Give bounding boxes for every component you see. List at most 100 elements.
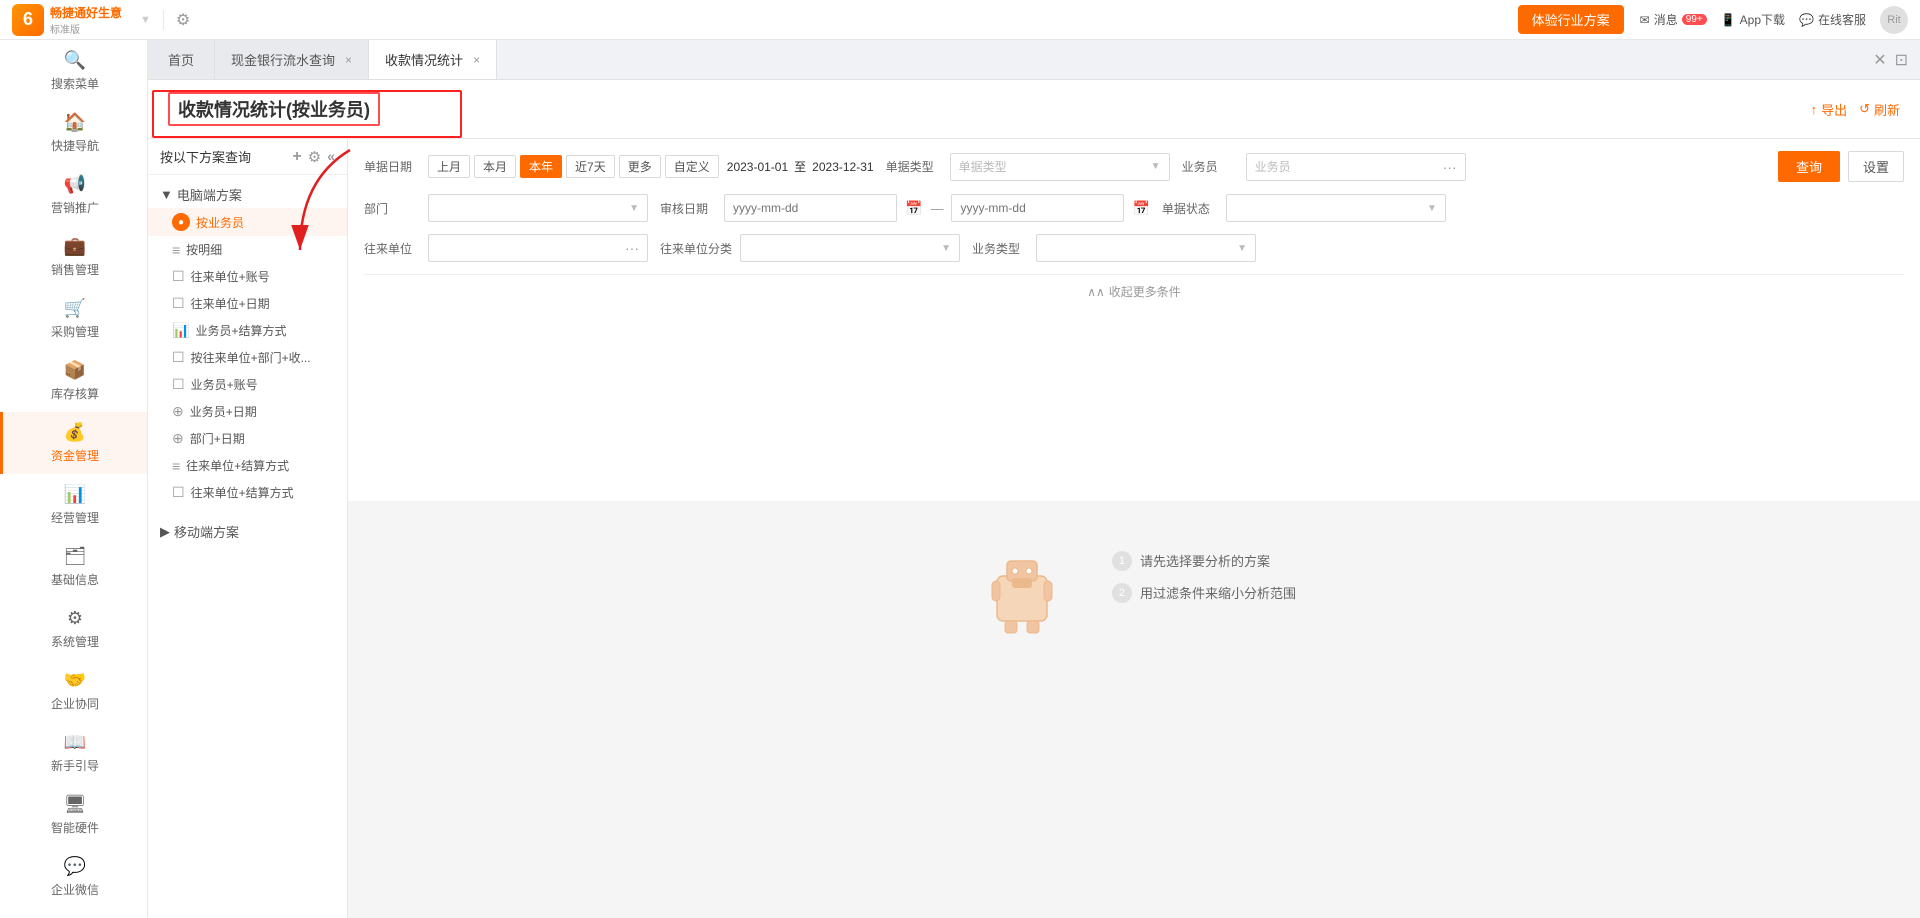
settings-btn[interactable]: 设置 [1848, 151, 1904, 182]
tab-home[interactable]: 首页 [148, 40, 215, 79]
page-title: 收款情况统计(按业务员) [168, 92, 380, 126]
message-btn[interactable]: ✉ 消息 99+ [1640, 11, 1707, 28]
avatar[interactable]: Rit [1880, 6, 1908, 34]
marketing-icon: 📢 [64, 174, 86, 195]
hint-steps: 1 请先选择要分析的方案 2 用过滤条件来缩小分析范围 [1112, 541, 1296, 603]
page-header: 收款情况统计(按业务员) ↑ 导出 ↺ 刷新 [148, 80, 1920, 139]
sidebar: 🔍 搜索菜单 🏠 快捷导航 📢 营销推广 💼 销售管理 🛒 采购管理 📦 [0, 40, 148, 918]
query-btn[interactable]: 查询 [1778, 151, 1840, 182]
doctype-placeholder: 单据类型 [959, 158, 1147, 175]
tab-close-collection-stats[interactable]: × [473, 53, 480, 67]
dept-select[interactable]: ▼ [428, 194, 648, 222]
scheme-add-icon[interactable]: + [292, 148, 301, 166]
scheme-group-mobile-header[interactable]: ▶ 移动端方案 [148, 518, 347, 545]
empty-illustration [972, 541, 1072, 641]
date-tab-last-month[interactable]: 上月 [428, 155, 470, 178]
app-edition: 标准版 [50, 21, 122, 36]
staff-select[interactable]: 业务员 ··· [1246, 153, 1466, 181]
review-date-start[interactable] [724, 194, 897, 222]
sidebar-item-sales[interactable]: 💼 销售管理 [0, 226, 147, 288]
scheme-item-dept-date[interactable]: ⊕ 部门+日期 [148, 425, 347, 452]
date-tab-more[interactable]: 更多 [619, 155, 661, 178]
docstatus-arrow-icon: ▼ [1427, 203, 1437, 214]
guide-icon: 📖 [64, 732, 86, 753]
sidebar-item-corp[interactable]: 🤝 企业协同 [0, 660, 147, 722]
scheme-collapse-icon[interactable]: « [327, 148, 335, 166]
refresh-btn[interactable]: ↺ 刷新 [1859, 100, 1900, 119]
scheme-group-desktop: ▼ 电脑端方案 ● 按业务员 ≡ 按明细 ☐ 往 [148, 175, 347, 512]
tab-bank-flow[interactable]: 现金银行流水查询 × [215, 40, 369, 79]
partner-settle3-icon: ☐ [172, 484, 185, 501]
sidebar-item-finance[interactable]: 💰 资金管理 [0, 412, 147, 474]
scheme-item-by-staff[interactable]: ● 按业务员 [148, 208, 347, 236]
export-btn[interactable]: ↑ 导出 [1811, 100, 1848, 119]
scheme-item-staff-account[interactable]: ☐ 业务员+账号 [148, 371, 347, 398]
filter-group-partner-type: 往来单位分类 ▼ [660, 234, 960, 262]
chevron-right-icon: ▶ [160, 524, 170, 540]
review-date-end[interactable] [951, 194, 1124, 222]
staff-label: 业务员 [1182, 158, 1238, 175]
inventory-icon: 📦 [64, 360, 86, 381]
partner-more-icon[interactable]: ··· [625, 240, 639, 256]
sidebar-item-inventory[interactable]: 📦 库存核算 [0, 350, 147, 412]
scheme-item-partner-settle3[interactable]: ☐ 往来单位+结算方式 [148, 479, 347, 506]
scheme-item-partner-settle2[interactable]: ≡ 往来单位+结算方式 [148, 452, 347, 479]
sidebar-item-basic[interactable]: 🗂 基础信息 [0, 536, 147, 598]
scheme-item-by-detail[interactable]: ≡ 按明细 [148, 236, 347, 263]
tab-close-all-icon[interactable]: ✕ [1873, 50, 1886, 70]
online-service-btn[interactable]: 💬 在线客服 [1799, 11, 1866, 28]
staff-settle-icon: 📊 [172, 322, 189, 339]
scheme-item-staff-date[interactable]: ⊕ 业务员+日期 [148, 398, 347, 425]
operations-icon: 📊 [64, 484, 86, 505]
scheme-group-desktop-header[interactable]: ▼ 电脑端方案 [148, 181, 347, 208]
user-dropdown[interactable]: ▼ [140, 14, 151, 26]
calendar-start-icon[interactable]: 📅 [905, 200, 922, 217]
date-tab-custom[interactable]: 自定义 [665, 155, 719, 178]
tab-collection-stats[interactable]: 收款情况统计 × [369, 40, 497, 79]
calendar-end-icon[interactable]: 📅 [1132, 200, 1149, 217]
sidebar-item-guide[interactable]: 📖 新手引导 [0, 722, 147, 784]
sidebar-item-wechat[interactable]: 💬 企业微信 [0, 846, 147, 908]
message-badge: 99+ [1682, 14, 1707, 25]
tab-maximize-icon[interactable]: ⊡ [1895, 50, 1908, 70]
date-label: 单据日期 [364, 158, 420, 175]
app-download-btn[interactable]: 📱 App下载 [1721, 11, 1785, 28]
docstatus-select[interactable]: ▼ [1226, 194, 1446, 222]
sidebar-item-marketing[interactable]: 📢 营销推广 [0, 164, 147, 226]
sidebar-item-purchase[interactable]: 🛒 采购管理 [0, 288, 147, 350]
date-tab-this-month[interactable]: 本月 [474, 155, 516, 178]
sidebar-item-member[interactable]: 👑 畅会员 [0, 908, 147, 918]
sidebar-item-operations[interactable]: 📊 经营管理 [0, 474, 147, 536]
doctype-select[interactable]: 单据类型 ▼ [950, 153, 1170, 181]
date-range: 2023-01-01 至 2023-12-31 [727, 158, 874, 175]
gear-settings[interactable]: ⚙ [176, 10, 190, 30]
step-num-1: 1 [1112, 551, 1132, 571]
partner-type-select[interactable]: ▼ [740, 234, 960, 262]
sidebar-item-system[interactable]: ⚙ 系统管理 [0, 598, 147, 660]
partner-type-label: 往来单位分类 [660, 240, 732, 257]
biztype-select[interactable]: ▼ [1036, 234, 1256, 262]
dept-date-icon: ⊕ [172, 430, 184, 447]
filter-area: 单据日期 上月 本月 本年 近7天 更多 自定义 [348, 139, 1920, 501]
scheme-item-partner-dept[interactable]: ☐ 按往来单位+部门+收... [148, 344, 347, 371]
tab-close-bank-flow[interactable]: × [345, 53, 352, 67]
scheme-settings-icon[interactable]: ⚙ [308, 148, 321, 166]
sidebar-item-hardware[interactable]: 🖥 智能硬件 [0, 784, 147, 846]
try-solution-btn[interactable]: 体验行业方案 [1518, 5, 1624, 34]
collapse-up-icon: ∧∧ [1087, 285, 1105, 299]
scheme-item-partner-account[interactable]: ☐ 往来单位+账号 [148, 263, 347, 290]
finance-icon: 💰 [64, 422, 86, 443]
partner-type-arrow-icon: ▼ [941, 243, 951, 254]
export-icon: ↑ [1811, 102, 1818, 117]
scheme-item-staff-settle[interactable]: 📊 业务员+结算方式 [148, 317, 347, 344]
collapse-bar[interactable]: ∧∧ 收起更多条件 [364, 274, 1904, 308]
date-tab-last7[interactable]: 近7天 [566, 155, 615, 178]
sidebar-item-nav[interactable]: 🏠 快捷导航 [0, 102, 147, 164]
staff-more-icon[interactable]: ··· [1443, 159, 1457, 175]
sidebar-item-search[interactable]: 🔍 搜索菜单 [0, 40, 147, 102]
partner-select[interactable]: ··· [428, 234, 648, 262]
scheme-item-partner-date[interactable]: ☐ 往来单位+日期 [148, 290, 347, 317]
hardware-icon: 🖥 [64, 794, 87, 815]
date-tab-this-year[interactable]: 本年 [520, 155, 562, 178]
review-label: 审核日期 [660, 200, 716, 217]
